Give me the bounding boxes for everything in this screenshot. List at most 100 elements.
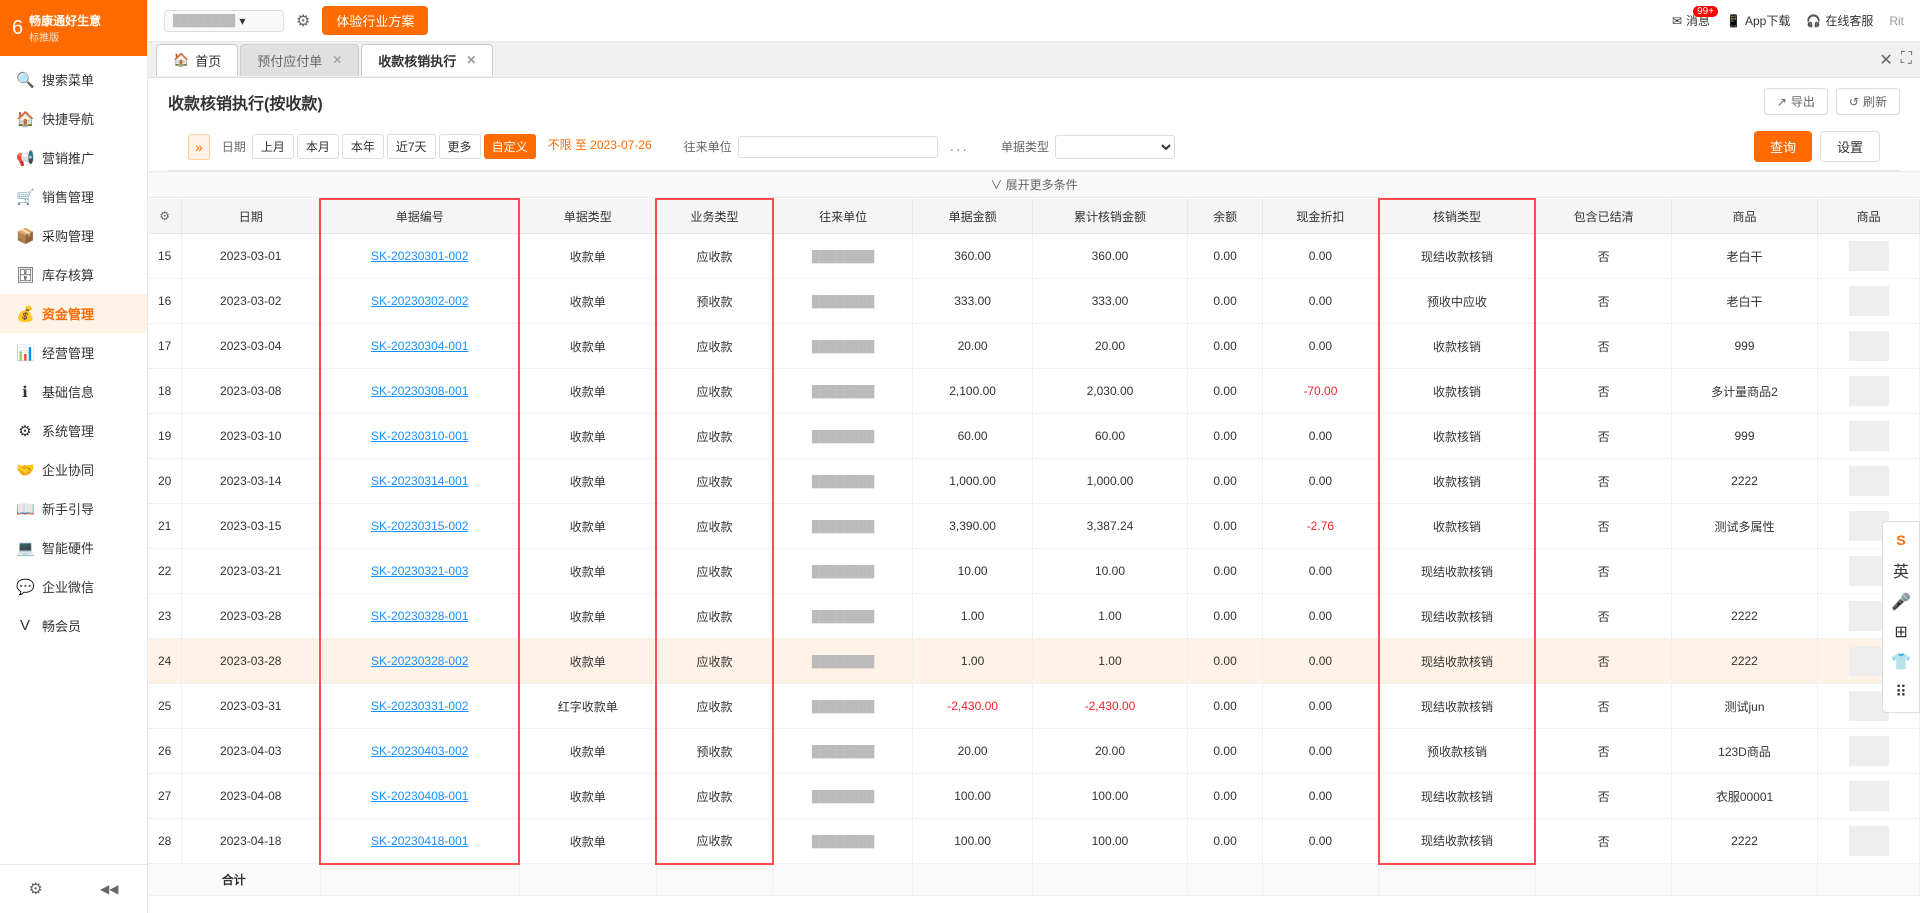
order-link[interactable]: SK-20230301-002 [371,249,468,263]
refresh-button[interactable]: ↺ 刷新 [1836,88,1900,115]
custom-date-btn[interactable]: 自定义 [484,134,536,159]
marketing-icon: 📢 [16,149,34,167]
order-link[interactable]: SK-20230310-001 [371,429,468,443]
table-row: 23 2023-03-28 SK-20230328-001 收款单 应收款 ██… [148,594,1920,639]
order-link[interactable]: SK-20230321-003 [371,564,468,578]
float-toolbar: S 英 🎤 ⊞ 👕 ⠿ [1882,521,1920,713]
order-link[interactable]: SK-20230331-002 [371,699,468,713]
cell-balance: 0.00 [1188,774,1263,819]
sidebar-item-operation[interactable]: 📊经营管理 [0,333,147,372]
member-icon: V [16,617,34,634]
solution-button[interactable]: 体验行业方案 [322,6,428,35]
filter-settings-button[interactable]: 设置 [1820,131,1880,162]
last-month-btn[interactable]: 上月 [252,134,294,159]
tab-home-label: 首页 [195,51,221,70]
tab-prepay[interactable]: 预付应付单 ✕ [240,44,359,76]
cell-num: 28 [148,819,182,864]
cell-date: 2023-03-15 [182,504,320,549]
tab-prepay-close[interactable]: ✕ [332,53,342,67]
last-7days-btn[interactable]: 近7天 [387,134,436,159]
cell-order-no: SK-20230403-002 [320,729,519,774]
filter-bar: » 日期 上月 本月 本年 近7天 更多 自定义 不限 至 2023-07-26… [168,123,1900,171]
online-service-button[interactable]: 🎧 在线客服 [1806,12,1873,29]
cell-bill-type: 收款单 [519,324,656,369]
sidebar-item-quicknav[interactable]: 🏠快捷导航 [0,99,147,138]
gear-icon[interactable]: ⚙ [292,7,314,35]
float-grid-btn[interactable]: ⊞ [1889,620,1913,644]
this-month-btn[interactable]: 本月 [297,134,339,159]
float-apps-btn[interactable]: ⠿ [1889,680,1913,704]
cell-amount: 100.00 [913,774,1033,819]
filter-collapse-button[interactable]: » [188,134,210,160]
order-link[interactable]: SK-20230302-002 [371,294,468,308]
more-date-btn[interactable]: 更多 [439,134,481,159]
cell-discount: 0.00 [1263,729,1379,774]
cell-biz-type: 预收款 [656,279,773,324]
float-mic-btn[interactable]: 🎤 [1889,590,1913,614]
cell-discount: 0.00 [1263,234,1379,279]
sidebar-item-sales[interactable]: 🛒销售管理 [0,177,147,216]
cell-bill-type: 红字收款单 [519,684,656,729]
float-star-btn[interactable]: 英 [1889,556,1913,584]
sidebar-item-hardware[interactable]: 💻智能硬件 [0,528,147,567]
user-name[interactable]: Rit [1889,14,1904,28]
order-link[interactable]: SK-20230315-002 [371,519,468,533]
order-link[interactable]: SK-20230308-001 [371,384,468,398]
tab-expand-icon[interactable]: ⛶ [1901,50,1912,70]
order-link[interactable]: SK-20230408-001 [371,789,468,803]
cell-amount: 20.00 [913,729,1033,774]
sidebar-item-member[interactable]: V畅会员 [0,606,147,645]
tab-home[interactable]: 🏠 首页 [156,44,238,76]
query-button[interactable]: 查询 [1754,131,1812,162]
sidebar-item-wechat[interactable]: 💬企业微信 [0,567,147,606]
collapse-icon[interactable]: ◀◀ [94,876,124,902]
cell-biz-type: 应收款 [656,594,773,639]
sidebar-item-search[interactable]: 🔍搜索菜单 [0,60,147,99]
app-download-button[interactable]: 📱 App下载 [1726,12,1790,29]
sidebar-item-inventory[interactable]: 🗄库存核算 [0,255,147,294]
cell-product2 [1818,324,1920,369]
sidebar-item-marketing[interactable]: 📢营销推广 [0,138,147,177]
sidebar-item-label: 企业微信 [42,577,94,596]
order-link[interactable]: SK-20230328-001 [371,609,468,623]
voucher-type-select[interactable] [1055,135,1175,159]
order-link[interactable]: SK-20230328-002 [371,654,468,668]
float-shirt-btn[interactable]: 👕 [1889,650,1913,674]
tab-close-all-icon[interactable]: ✕ [1879,50,1892,70]
message-button[interactable]: ✉ 消息 99+ [1672,12,1710,29]
order-link[interactable]: SK-20230403-002 [371,744,468,758]
sidebar-item-system[interactable]: ⚙系统管理 [0,411,147,450]
float-brand-btn[interactable]: S [1889,530,1913,550]
export-button[interactable]: ↗ 导出 [1764,88,1828,115]
sidebar-item-enterprise[interactable]: 🤝企业协同 [0,450,147,489]
expand-more-bar[interactable]: ∨ 展开更多条件 [148,172,1920,198]
cell-verify-type: 收款核销 [1379,324,1536,369]
tab-receipt-close[interactable]: ✕ [466,53,476,67]
cell-discount: 0.00 [1263,819,1379,864]
col-settings[interactable]: ⚙ [148,199,182,234]
col-included: 包含已结清 [1535,199,1671,234]
cell-verify-type: 现结收款核销 [1379,774,1536,819]
tab-receipt[interactable]: 收款核销执行 ✕ [361,44,493,76]
partner-filter-input[interactable] [738,136,938,158]
cell-included: 否 [1535,594,1671,639]
sidebar-item-guide[interactable]: 📖新手引导 [0,489,147,528]
sidebar-item-purchase[interactable]: 📦采购管理 [0,216,147,255]
sidebar-item-finance[interactable]: 💰资金管理 [0,294,147,333]
sidebar-item-label: 经营管理 [42,343,94,362]
cell-bill-type: 收款单 [519,639,656,684]
cell-partner: ████████ [773,684,913,729]
purchase-icon: 📦 [16,227,34,245]
cell-partner: ████████ [773,729,913,774]
table-row: 21 2023-03-15 SK-20230315-002 收款单 应收款 ██… [148,504,1920,549]
this-year-btn[interactable]: 本年 [342,134,384,159]
order-link[interactable]: SK-20230418-001 [371,834,468,848]
order-link[interactable]: SK-20230314-001 [371,474,468,488]
sidebar-item-basic[interactable]: ℹ基础信息 [0,372,147,411]
settings-icon[interactable]: ⚙ [23,873,49,905]
cell-balance: 0.00 [1188,684,1263,729]
order-link[interactable]: SK-20230304-001 [371,339,468,353]
cell-balance: 0.00 [1188,729,1263,774]
workspace-selector[interactable]: ████████ ▾ [164,10,284,32]
cell-product2 [1818,459,1920,504]
